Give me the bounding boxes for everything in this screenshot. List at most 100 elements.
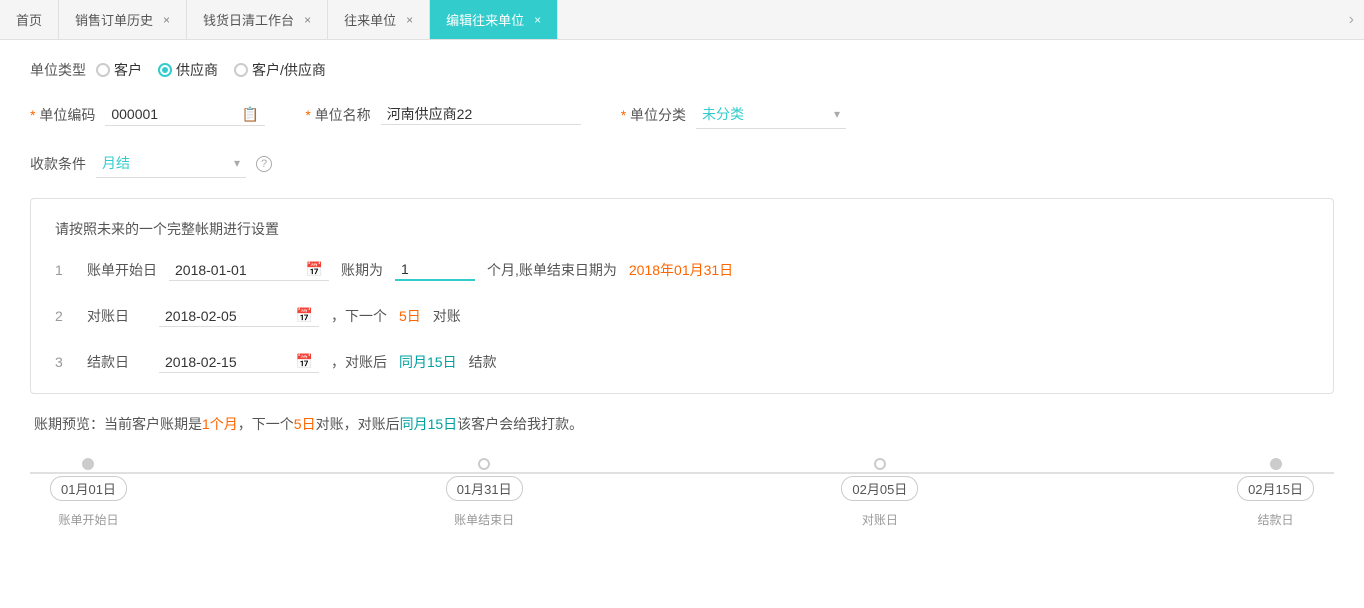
end-date-display: 2018年01月31日 — [629, 260, 733, 280]
timeline-bubble-0: 01月01日 — [50, 476, 127, 501]
tab-cash-work-close[interactable]: × — [304, 13, 311, 27]
preview-middle1: ，下一个 — [238, 416, 294, 432]
period-num-3: 3 — [55, 354, 75, 370]
unit-code-input-wrap: 📋 — [105, 104, 265, 126]
unit-category-select[interactable]: 未分类 ▾ — [696, 100, 846, 129]
period-label-3: 结款日 — [87, 352, 147, 372]
radio-customer[interactable]: 客户 — [96, 60, 142, 80]
payment-terms-row: 收款条件 月结 ▾ ? — [30, 149, 1334, 178]
period-label-2: 对账日 — [87, 306, 147, 326]
period-num-2: 2 — [55, 308, 75, 324]
payment-terms-chevron: ▾ — [234, 156, 240, 170]
unit-name-label: 单位名称 — [305, 105, 370, 125]
reconcile-suffix-part2: 对账 — [433, 306, 461, 326]
period-label-1: 账单开始日 — [87, 260, 157, 280]
preview-text: 账期预览：当前客户账期是1个月，下一个5日对账，对账后同月15日该客户会给我打款… — [30, 414, 1334, 434]
tab-home-label: 首页 — [16, 10, 42, 29]
tab-sales-history[interactable]: 销售订单历史 × — [59, 0, 187, 39]
radio-customer-label: 客户 — [114, 60, 142, 80]
period-row-2: 2 对账日 📅 ，下一个 5日对账 — [55, 305, 1309, 327]
timeline-circle-3 — [1270, 458, 1282, 470]
preview-reconcile: 5日 — [294, 416, 316, 432]
timeline-bubble-1: 01月31日 — [446, 476, 523, 501]
month-value-input[interactable] — [395, 259, 475, 281]
payment-terms-help[interactable]: ? — [256, 156, 272, 172]
payment-suffix-part1: ，对账后 — [331, 352, 387, 372]
unit-category-chevron: ▾ — [834, 107, 840, 121]
unit-code-input[interactable] — [111, 106, 238, 122]
unit-name-input-wrap — [381, 104, 581, 125]
radio-supplier-circle — [158, 63, 172, 77]
tab-cash-work[interactable]: 钱货日清工作台 × — [187, 0, 328, 39]
tab-home[interactable]: 首页 — [0, 0, 59, 39]
payment-terms-value: 月结 — [102, 153, 230, 173]
unit-code-icon[interactable]: 📋 — [242, 106, 259, 123]
unit-type-row: 单位类型 客户 供应商 客户/供应商 — [30, 60, 1334, 80]
unit-code-label: 单位编码 — [30, 105, 95, 125]
radio-supplier-label: 供应商 — [176, 60, 218, 80]
start-date-input-wrap: 📅 — [169, 259, 329, 281]
timeline-sublabel-2: 对账日 — [862, 511, 898, 528]
reconcile-date-calendar-icon[interactable]: 📅 — [296, 307, 313, 324]
tab-partner-close[interactable]: × — [406, 13, 413, 27]
start-date-input[interactable] — [175, 262, 302, 278]
reconcile-suffix-highlight: 5日 — [399, 306, 421, 326]
timeline-bubble-2: 02月05日 — [841, 476, 918, 501]
start-date-calendar-icon[interactable]: 📅 — [306, 261, 323, 278]
timeline-bubble-3: 02月15日 — [1237, 476, 1314, 501]
tab-sales-history-close[interactable]: × — [163, 13, 170, 27]
period-row-3: 3 结款日 📅 ，对账后同月15日结款 — [55, 351, 1309, 373]
unit-type-label: 单位类型 — [30, 60, 86, 80]
payment-date-input-wrap: 📅 — [159, 351, 319, 373]
payment-suffix-part2: 结款 — [469, 352, 497, 372]
unit-type-radio-group: 客户 供应商 客户/供应商 — [96, 60, 326, 80]
preview-middle2: 对账，对账后 — [316, 416, 400, 432]
tabs-more-button[interactable]: › — [1339, 0, 1364, 39]
reconcile-suffix-part1: ，下一个 — [331, 306, 387, 326]
chevron-right-icon: › — [1349, 11, 1354, 29]
timeline-circle-0 — [82, 458, 94, 470]
period-row-1: 1 账单开始日 📅 账期为 个月,账单结束日期为 2018年01月31日 — [55, 259, 1309, 281]
payment-terms-select[interactable]: 月结 ▾ — [96, 149, 246, 178]
tab-edit-partner[interactable]: 编辑往来单位 × — [430, 0, 558, 39]
radio-both-label: 客户/供应商 — [252, 60, 326, 80]
tab-partner-label: 往来单位 — [344, 10, 396, 29]
timeline-nodes: 01月01日 账单开始日 01月31日 账单结束日 02月05日 对账日 02月… — [50, 458, 1314, 528]
radio-both-circle — [234, 63, 248, 77]
unit-info-row: 单位编码 📋 单位名称 单位分类 未分类 ▾ — [30, 100, 1334, 129]
period-suffix-after: 个月,账单结束日期为 — [487, 260, 617, 280]
payment-suffix-highlight: 同月15日 — [399, 352, 457, 372]
preview-period: 1个月 — [202, 416, 238, 432]
tab-sales-history-label: 销售订单历史 — [75, 10, 153, 29]
tabs-bar: 首页 销售订单历史 × 钱货日清工作台 × 往来单位 × 编辑往来单位 × › — [0, 0, 1364, 40]
timeline-circle-2 — [874, 458, 886, 470]
radio-supplier[interactable]: 供应商 — [158, 60, 218, 80]
tab-edit-partner-label: 编辑往来单位 — [446, 10, 524, 29]
preview-suffix: 该客户会给我打款。 — [457, 416, 583, 432]
timeline-node-3: 02月15日 结款日 — [1237, 458, 1314, 528]
tab-partner[interactable]: 往来单位 × — [328, 0, 430, 39]
timeline-node-2: 02月05日 对账日 — [841, 458, 918, 528]
timeline-node-0: 01月01日 账单开始日 — [50, 458, 127, 528]
timeline-node-1: 01月31日 账单结束日 — [446, 458, 523, 528]
reconcile-date-input[interactable] — [165, 308, 292, 324]
card-instruction: 请按照未来的一个完整帐期进行设置 — [55, 219, 1309, 239]
payment-date-calendar-icon[interactable]: 📅 — [296, 353, 313, 370]
unit-name-input[interactable] — [387, 106, 575, 122]
preview-payment: 同月15日 — [400, 416, 458, 432]
timeline-circle-1 — [478, 458, 490, 470]
period-suffix-before: 账期为 — [341, 260, 383, 280]
timeline-sublabel-1: 账单结束日 — [454, 511, 514, 528]
timeline: 01月01日 账单开始日 01月31日 账单结束日 02月05日 对账日 02月… — [30, 458, 1334, 528]
timeline-sublabel-0: 账单开始日 — [58, 511, 118, 528]
period-num-1: 1 — [55, 262, 75, 278]
tab-cash-work-label: 钱货日清工作台 — [203, 10, 294, 29]
main-content: 单位类型 客户 供应商 客户/供应商 单位编码 📋 单位名称 单位分 — [0, 40, 1364, 608]
radio-customer-circle — [96, 63, 110, 77]
payment-date-input[interactable] — [165, 354, 292, 370]
period-card: 请按照未来的一个完整帐期进行设置 1 账单开始日 📅 账期为 个月,账单结束日期… — [30, 198, 1334, 394]
radio-both[interactable]: 客户/供应商 — [234, 60, 326, 80]
reconcile-date-input-wrap: 📅 — [159, 305, 319, 327]
tab-edit-partner-close[interactable]: × — [534, 13, 541, 27]
preview-prefix: 账期预览：当前客户账期是 — [34, 416, 202, 432]
